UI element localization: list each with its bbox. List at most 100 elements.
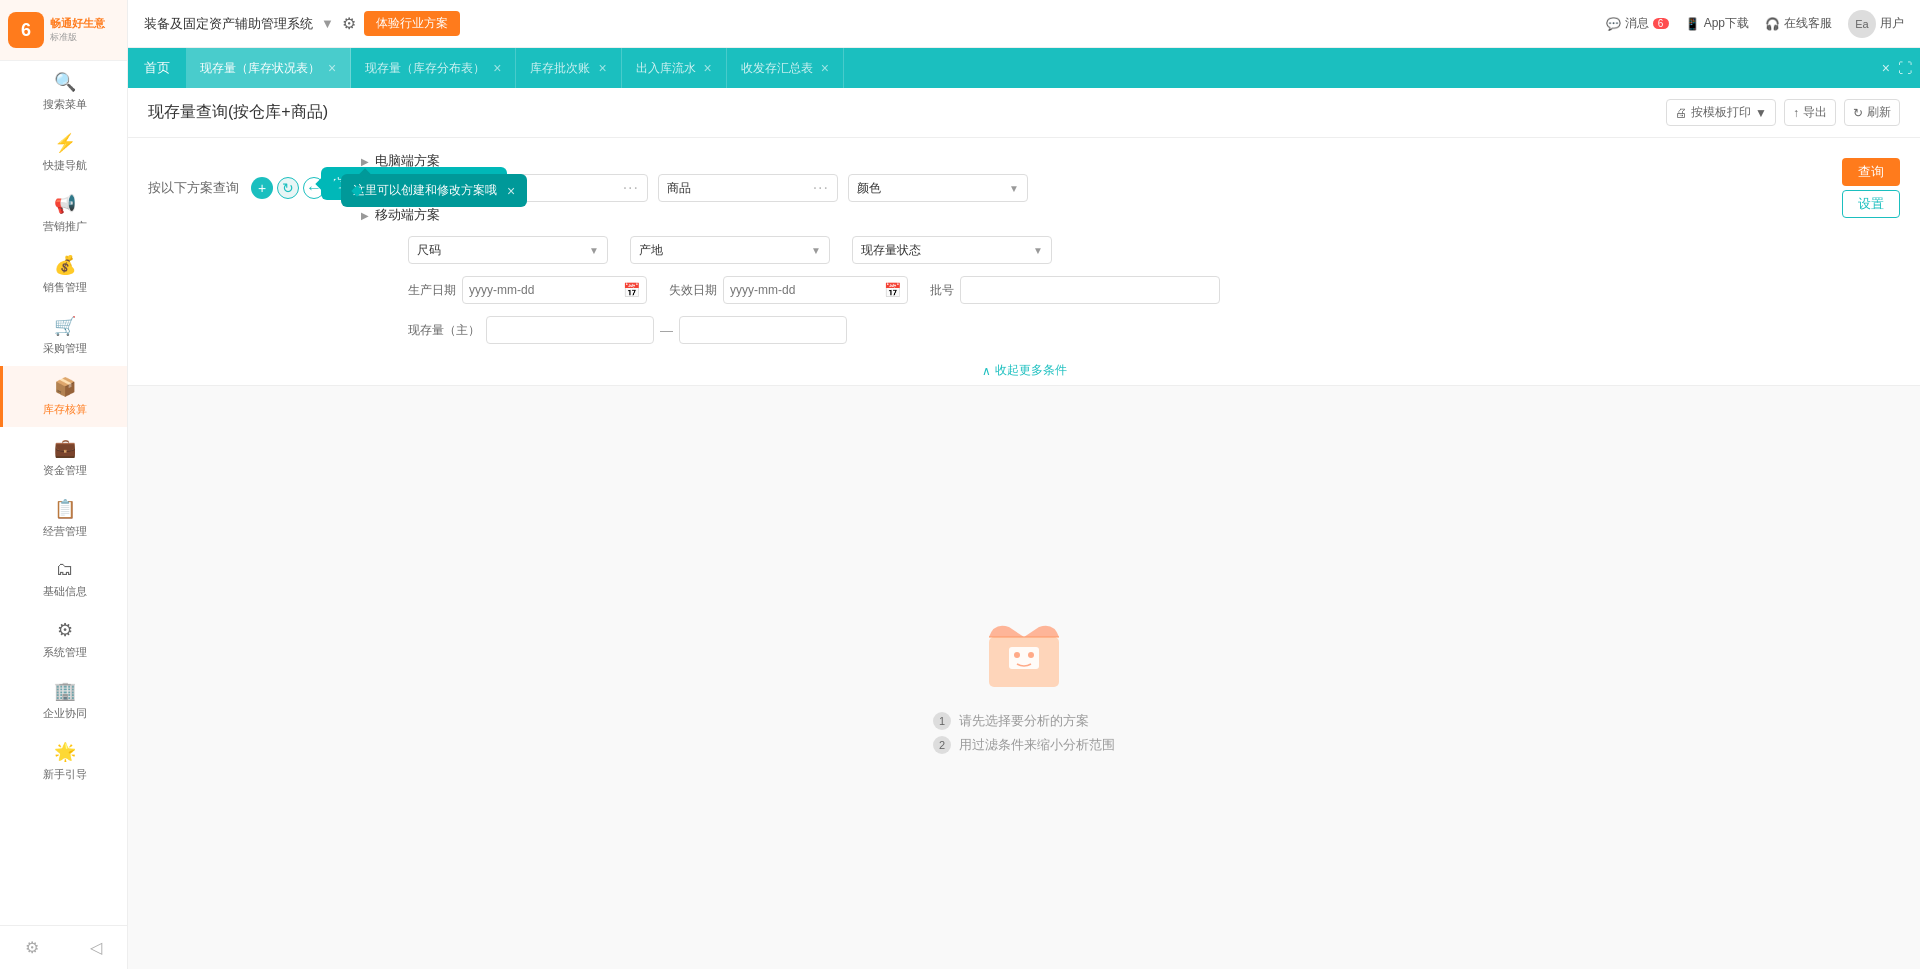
print-dropdown-icon: ▼ (1755, 106, 1767, 120)
industry-btn[interactable]: 体验行业方案 (364, 11, 460, 36)
quicknav-icon: ⚡ (54, 132, 76, 154)
mfg-date-calendar-icon[interactable]: 📅 (623, 282, 640, 298)
print-btn[interactable]: 🖨 按模板打印 ▼ (1666, 99, 1776, 126)
scheme-mobile-item: ▶ 移动端方案 (361, 206, 440, 224)
scheme-add-btn[interactable]: + (251, 177, 273, 199)
app-download-action[interactable]: 📱 App下载 (1685, 15, 1749, 32)
filter-size-field: 尺码 ▼ (408, 236, 608, 264)
exp-date-label: 失效日期 (669, 282, 717, 299)
stock-main-max[interactable] (679, 316, 847, 344)
stock-main-label: 现存量（主） (408, 322, 480, 339)
sidebar-item-sales-label: 销售管理 (43, 280, 87, 295)
guide-icon: 🌟 (54, 741, 76, 763)
tab-inventory-status[interactable]: 现存量（库存状况表） × (186, 48, 351, 88)
sidebar-item-operations-label: 经营管理 (43, 524, 87, 539)
sidebar-item-sales[interactable]: 💰 销售管理 (0, 244, 127, 305)
reset-btn[interactable]: 设置 (1842, 190, 1900, 218)
tab-collection-summary-label: 收发存汇总表 (741, 60, 813, 77)
tab-inventory-dist-close[interactable]: × (493, 60, 501, 76)
settings-bottom-btn[interactable]: ⚙ (21, 934, 43, 961)
empty-svg (974, 602, 1074, 692)
collapse-arrow-icon: ∧ (982, 364, 991, 378)
exp-date-input-wrapper[interactable]: 📅 (723, 276, 908, 304)
exp-date-calendar-icon[interactable]: 📅 (884, 282, 901, 298)
filter-stockstatus-field: 现存量状态 ▼ (852, 236, 1052, 264)
logo-icon: 6 (8, 12, 44, 48)
scheme-desktop-arrow: ▶ (361, 156, 369, 167)
batch-label: 批号 (930, 282, 954, 299)
stockstatus-select[interactable]: 现存量状态 ▼ (852, 236, 1052, 264)
tab-in-out-flow[interactable]: 出入库流水 × (622, 48, 727, 88)
user-action[interactable]: Ea 用户 (1848, 10, 1904, 38)
filter-row-3: 生产日期 📅 失效日期 📅 批号 (408, 276, 1900, 304)
tooltip2-close[interactable]: × (507, 183, 515, 199)
refresh-btn[interactable]: ↻ 刷新 (1844, 99, 1900, 126)
tab-batch-account[interactable]: 库存批次账 × (516, 48, 621, 88)
sidebar-item-quicknav[interactable]: ⚡ 快捷导航 (0, 122, 127, 183)
sidebar-item-guide-label: 新手引导 (43, 767, 87, 782)
scheme-list: ▶ 电脑端方案 这里可以创建和修改方案哦 × ▶ 移动端方案 (361, 152, 440, 224)
support-action[interactable]: 🎧 在线客服 (1765, 15, 1832, 32)
empty-illustration (974, 602, 1074, 692)
sidebar-item-finance[interactable]: 💼 资金管理 (0, 427, 127, 488)
sidebar-item-search[interactable]: 🔍 搜索菜单 (0, 61, 127, 122)
tab-close-all-icon[interactable]: × (1882, 60, 1890, 76)
stock-main-min[interactable] (486, 316, 654, 344)
top-header: 装备及固定资产辅助管理系统 ▼ ⚙ 体验行业方案 💬 消息 6 📱 App下载 … (128, 0, 1920, 48)
search-nav-icon: 🔍 (54, 71, 76, 93)
tab-in-out-flow-close[interactable]: × (704, 60, 712, 76)
search-btn[interactable]: 查询 (1842, 158, 1900, 186)
hint-num-2: 2 (933, 736, 951, 754)
hint-text-1: 请先选择要分析的方案 (959, 712, 1089, 730)
sidebar-item-inventory[interactable]: 📦 库存核算 (0, 366, 127, 427)
sidebar-item-enterprise[interactable]: 🏢 企业协同 (0, 670, 127, 731)
tab-inventory-status-close[interactable]: × (328, 60, 336, 76)
mfg-date-input[interactable] (469, 283, 619, 297)
size-select[interactable]: 尺码 ▼ (408, 236, 608, 264)
mfg-date-input-wrapper[interactable]: 📅 (462, 276, 647, 304)
settings-gear-icon[interactable]: ⚙ (342, 14, 356, 33)
tab-in-out-flow-label: 出入库流水 (636, 60, 696, 77)
tab-inventory-dist[interactable]: 现存量（库存分布表） × (351, 48, 516, 88)
filter-origin-field: 产地 ▼ (630, 236, 830, 264)
product-select[interactable]: 商品 ··· (658, 174, 838, 202)
sidebar-item-guide[interactable]: 🌟 新手引导 (0, 731, 127, 792)
sidebar-item-base-label: 基础信息 (43, 584, 87, 599)
page-actions: 🖨 按模板打印 ▼ ↑ 导出 ↻ 刷新 (1666, 99, 1900, 126)
tab-collection-summary[interactable]: 收发存汇总表 × (727, 48, 844, 88)
tab-batch-account-close[interactable]: × (598, 60, 606, 76)
batch-input[interactable] (960, 276, 1220, 304)
origin-select[interactable]: 产地 ▼ (630, 236, 830, 264)
system-dropdown-icon[interactable]: ▼ (321, 16, 334, 31)
color-select[interactable]: 颜色 ▼ (848, 174, 1028, 202)
sidebar-item-base[interactable]: 🗂 基础信息 (0, 549, 127, 609)
product-dots: ··· (813, 179, 829, 197)
empty-hints: 1 请先选择要分析的方案 2 用过滤条件来缩小分析范围 (933, 712, 1115, 754)
exp-date-input[interactable] (730, 283, 880, 297)
header-right: 💬 消息 6 📱 App下载 🎧 在线客服 Ea 用户 (1606, 10, 1904, 38)
tab-bar: 首页 现存量（库存状况表） × 现存量（库存分布表） × 库存批次账 × 出入库… (128, 48, 1920, 88)
tab-home-label: 首页 (144, 59, 170, 77)
export-btn[interactable]: ↑ 导出 (1784, 99, 1836, 126)
notification-badge: 6 (1653, 18, 1669, 29)
user-label: 用户 (1880, 15, 1904, 32)
print-label: 按模板打印 (1691, 104, 1751, 121)
sidebar-item-purchase[interactable]: 🛒 采购管理 (0, 305, 127, 366)
filter-collapse-btn[interactable]: ∧ 收起更多条件 (148, 356, 1900, 385)
sales-icon: 💰 (54, 254, 76, 276)
sidebar-item-finance-label: 资金管理 (43, 463, 87, 478)
search-buttons: 查询 设置 (1842, 158, 1900, 218)
collapse-sidebar-btn[interactable]: ◁ (86, 934, 106, 961)
tab-actions: × ⛶ (1874, 60, 1920, 76)
tab-home[interactable]: 首页 (128, 48, 186, 88)
sidebar-item-system[interactable]: ⚙ 系统管理 (0, 609, 127, 670)
scheme-refresh-btn[interactable]: ↻ (277, 177, 299, 199)
sidebar-item-operations[interactable]: 📋 经营管理 (0, 488, 127, 549)
sidebar-item-marketing[interactable]: 📢 营销推广 (0, 183, 127, 244)
tab-maximize-icon[interactable]: ⛶ (1898, 60, 1912, 76)
color-label: 颜色 (857, 180, 881, 197)
tab-collection-summary-close[interactable]: × (821, 60, 829, 76)
mfg-date-label: 生产日期 (408, 282, 456, 299)
sidebar: 6 畅通好生意 标准版 🔍 搜索菜单 ⚡ 快捷导航 📢 营销推广 💰 销售管理 (0, 0, 128, 969)
notification-action[interactable]: 💬 消息 6 (1606, 15, 1669, 32)
